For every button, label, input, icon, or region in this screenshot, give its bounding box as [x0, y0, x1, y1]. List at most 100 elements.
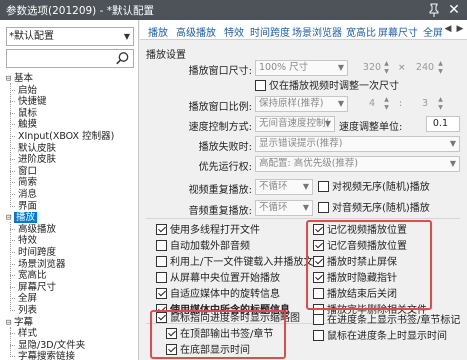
window-size-label: 播放窗口尺寸: [188, 66, 252, 77]
search-input[interactable] [6, 49, 134, 68]
close-icon[interactable]: ✕ [446, 1, 462, 19]
tree-item-label: 时间跨度 [18, 247, 57, 258]
tab-time-span[interactable]: 时间跨度 [250, 24, 290, 39]
checkbox-box [313, 314, 324, 325]
checkbox-box [156, 256, 167, 267]
tab-prev-icon[interactable]: ◀ [442, 20, 454, 39]
tab-scene-browser[interactable]: 场景浏览器 [292, 24, 342, 39]
checkbox-box [313, 330, 324, 341]
multithread-open-checkbox[interactable]: 使用多线程打开文件 [156, 224, 260, 237]
pin-icon[interactable] [427, 2, 441, 18]
checkbox-box [156, 224, 167, 235]
video-random-checkbox[interactable]: 对视频无序(随机)播放 [318, 181, 430, 194]
center-start-checkbox[interactable]: 从屏幕中央位置开始播放 [156, 272, 280, 285]
chevron-down-icon: ▼ [123, 32, 130, 41]
ratio-width-spinner-icon[interactable]: ▲ ▼ [382, 96, 391, 112]
tree-item-label: 宽高比 [18, 270, 47, 282]
fail-action-select[interactable]: 显示错误提示(推荐) ▼ [255, 136, 460, 152]
checkbox-box [156, 272, 167, 283]
height-spinner-icon[interactable]: ▲ ▼ [436, 60, 445, 76]
prev-next-load-checkbox[interactable]: 利用上/下一文件键载入并播放文件 [156, 256, 323, 269]
only-resize-once-label: 仅在播放视频时调整一次尺寸 [269, 81, 399, 92]
chevron-down-icon: ▼ [324, 119, 331, 128]
window-size-select[interactable]: 100% 尺寸 ▼ [255, 60, 348, 76]
window-width-value[interactable]: 320 [362, 60, 382, 76]
video-repeat-value: 不循环 [259, 181, 288, 192]
priority-select[interactable]: 高配置: 高优先级(推荐) ▼ [255, 156, 460, 172]
section-title: 播放设置 [146, 50, 186, 61]
divider [146, 218, 460, 219]
tree-item-label: 进阶皮肤 [18, 154, 57, 166]
tab-next-icon[interactable]: ▶ [454, 20, 466, 39]
tree-connector [10, 326, 11, 358]
video-repeat-select[interactable]: 不循环 ▼ [255, 179, 313, 195]
chevron-down-icon: ▼ [337, 63, 344, 72]
ratio-height-value[interactable]: 3 [415, 96, 435, 112]
tree-connector [10, 222, 11, 311]
window-height-value[interactable]: 240 [415, 60, 435, 76]
hover-time-checkbox[interactable]: 鼠标在进度条上时显示时间 [313, 330, 447, 343]
audio-repeat-value: 不循环 [259, 202, 288, 213]
only-resize-once-checkbox[interactable]: 仅在播放视频时调整一次尺寸 [255, 80, 399, 93]
tree-item-label: 播放 [14, 212, 38, 224]
bookmark-marks-checkbox[interactable]: 在进度条上显示书签/章节标记 [313, 314, 460, 327]
times-sign: × [398, 63, 406, 73]
tab-bar: 播放 高级播放 特效 时间跨度 场景浏览器 宽高比 屏幕尺寸 全屏 ◀ ▶ [140, 20, 467, 40]
tab-aspect-ratio[interactable]: 宽高比 [346, 24, 376, 39]
tree-item-label: 字幕搜索链接 [18, 351, 76, 360]
fail-action-label: 播放失败时: [198, 142, 252, 153]
highlight-frame-right [306, 220, 432, 310]
audio-repeat-select[interactable]: 不循环 ▼ [255, 200, 313, 216]
search-icon[interactable] [115, 51, 130, 66]
sidebar: *默认配置 ▼ ⊟ 基本 启始 快捷键 鼠标 触摸 XInput(XBOX 控制器) 默认皮肤… [0, 20, 139, 360]
tree-item[interactable]: 字幕搜索链接 [10, 350, 76, 360]
checkbox-box [255, 80, 266, 91]
chevron-down-icon: ▼ [302, 182, 309, 191]
checkbox-box [318, 181, 329, 192]
ratio-width-value[interactable]: 4 [362, 96, 382, 112]
tree-connector [10, 83, 11, 207]
tab-fullscreen[interactable]: 全屏 [423, 24, 443, 39]
audio-random-checkbox[interactable]: 对音频无序(随机)播放 [318, 202, 430, 215]
speed-unit-label: 速度调整单位: [339, 122, 403, 133]
speed-mode-value: 无间音速度控制( [259, 118, 330, 129]
auto-load-audio-checkbox[interactable]: 自动加载外部音频 [156, 240, 250, 253]
tab-effects[interactable]: 特效 [224, 24, 244, 39]
checkbox-label: 从屏幕中央位置开始播放 [170, 273, 280, 284]
tree-item-label: 屏幕尺寸 [18, 281, 57, 293]
fail-action-value: 显示错误提示(推荐) [259, 138, 343, 149]
highlight-frame-bottom-left [150, 310, 286, 359]
checkbox-label: 在进度条上显示书签/章节标记 [327, 315, 461, 326]
window-title: 参数选项(201209) - *默认配置 [6, 5, 154, 17]
window-size-value: 100% 尺寸 [259, 62, 309, 73]
tab-advanced-play[interactable]: 高级播放 [176, 24, 216, 39]
category-tree: ⊟ 基本 启始 快捷键 鼠标 触摸 XInput(XBOX 控制器) 默认皮肤 进阶皮肤 窗口 简索… [4, 70, 138, 360]
checkbox-box [318, 202, 329, 213]
tree-item-label: 高级播放 [18, 223, 57, 235]
tree-item-label: 显隐/3D/文件夹 [18, 339, 86, 351]
width-spinner-icon[interactable]: ▲ ▼ [382, 60, 391, 76]
chevron-down-icon: ▼ [449, 159, 456, 168]
audio-repeat-label: 音频重复播放: [188, 206, 252, 217]
tab-screen-size[interactable]: 屏幕尺寸 [378, 24, 418, 39]
adapt-rotation-checkbox[interactable]: 自适应媒体中的旋转信息 [156, 288, 280, 301]
profile-select[interactable]: *默认配置 ▼ [6, 27, 134, 46]
speed-mode-label: 速度控制方式: [188, 122, 252, 133]
ratio-height-spinner-icon[interactable]: ▲ ▼ [436, 96, 445, 112]
tab-play[interactable]: 播放 [148, 24, 168, 39]
tree-item-label: 触摸 [18, 119, 38, 131]
checkbox-label: 鼠标在进度条上时显示时间 [327, 331, 447, 342]
tree-item-label: 启始 [18, 84, 38, 96]
speed-mode-select[interactable]: 无间音速度控制(▼ [255, 116, 335, 132]
tree-item-label: XInput(XBOX 控制器) [18, 131, 115, 142]
tree-item-label: 默认皮肤 [18, 142, 57, 154]
chevron-down-icon: ▼ [337, 99, 344, 108]
window-ratio-label: 播放窗口比例: [188, 102, 252, 113]
window-ratio-select[interactable]: 保持原样(推荐) ▼ [255, 96, 348, 112]
tree-item-label: 简索 [18, 177, 38, 189]
tree-item-label: 快捷键 [18, 96, 47, 108]
priority-value: 高配置: 高优先级(推荐) [259, 158, 359, 169]
speed-unit-input[interactable]: 0.1 [426, 116, 460, 132]
checkbox-label: 自适应媒体中的旋转信息 [170, 289, 280, 300]
title-bar: 参数选项(201209) - *默认配置 ✕ [0, 0, 467, 20]
